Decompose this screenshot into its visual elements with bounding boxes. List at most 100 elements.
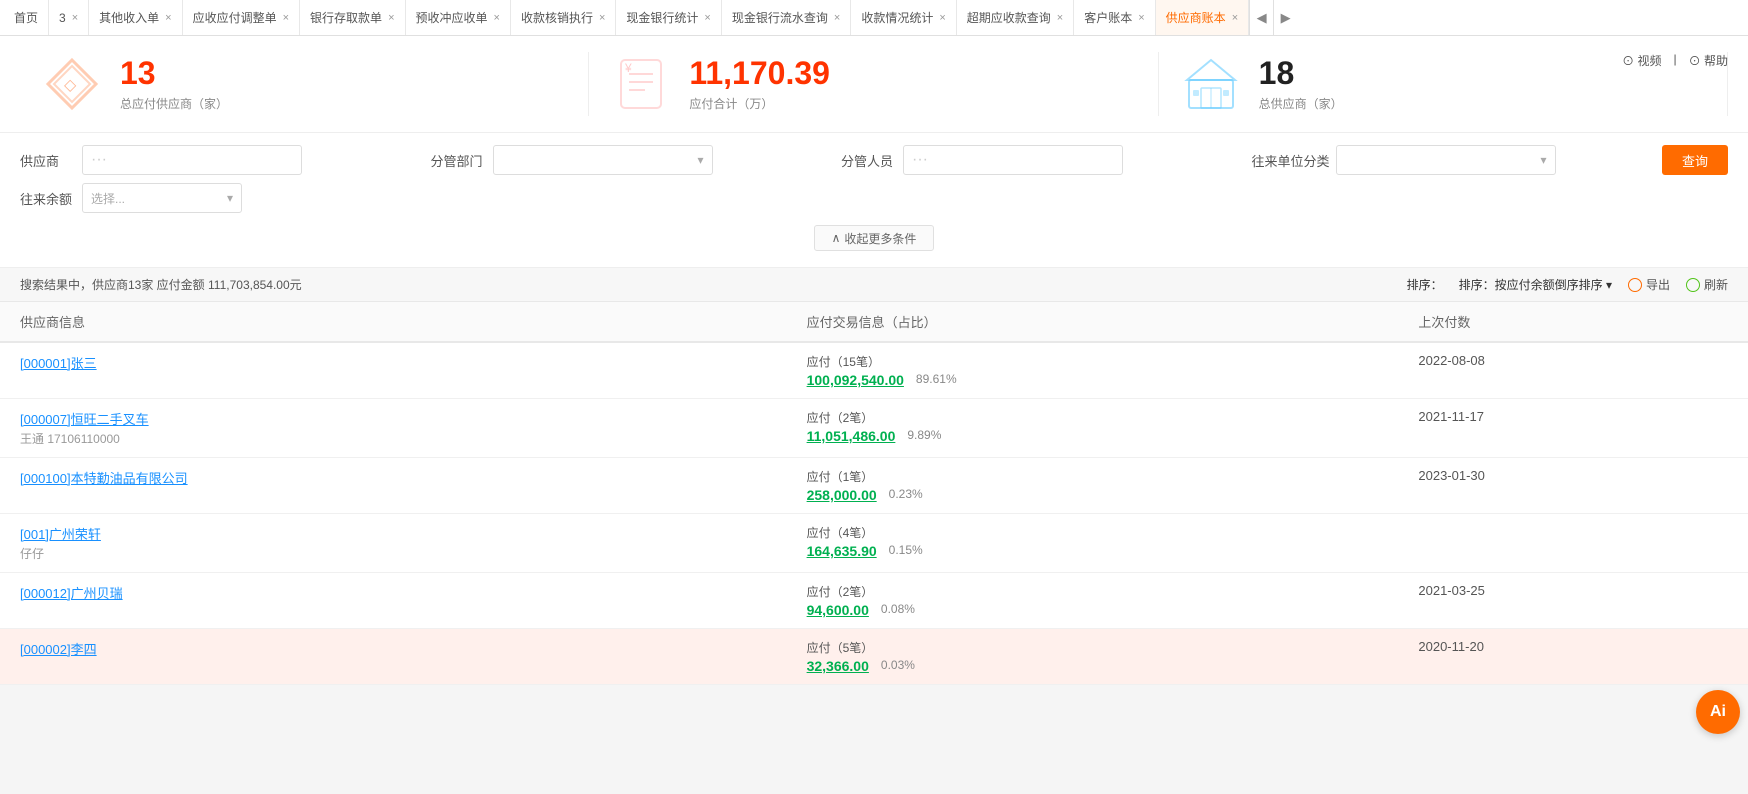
- person-label: 分管人员: [841, 151, 897, 170]
- payable-pct: 9.89%: [907, 428, 941, 442]
- supplier-link[interactable]: [001]广州荣轩: [20, 524, 767, 543]
- nav-tab-cash-flow[interactable]: 现金银行流水查询 ×: [722, 0, 851, 35]
- payable-total-label: 应付合计（万）: [689, 95, 830, 112]
- filter-supplier: 供应商 ···: [20, 145, 419, 175]
- close-icon[interactable]: ×: [1057, 12, 1063, 24]
- collapse-filter-button[interactable]: ∧ 收起更多条件: [814, 225, 934, 251]
- close-icon[interactable]: ×: [388, 12, 394, 24]
- payable-pct: 0.03%: [881, 658, 915, 672]
- balance-label: 往来余额: [20, 189, 76, 208]
- table-row: [000100]本特勤油品有限公司 应付（1笔） 258,000.00 0.23…: [0, 458, 1748, 514]
- last-pay-date: 2021-11-17: [1418, 409, 1484, 424]
- nav-tab-bank-deposit[interactable]: 银行存取款单 ×: [300, 0, 405, 35]
- close-icon[interactable]: ×: [1232, 12, 1238, 24]
- close-icon[interactable]: ×: [283, 12, 289, 24]
- video-link[interactable]: ⊙ 视频: [1622, 52, 1661, 69]
- payable-amount[interactable]: 11,051,486.00: [807, 428, 896, 444]
- diamond-icon: ◇: [40, 52, 104, 116]
- summary-content-1: 13 总应付供应商（家）: [120, 57, 228, 112]
- filter-category: 往来单位分类 ▾: [1252, 145, 1651, 175]
- category-label: 往来单位分类: [1252, 151, 1330, 170]
- payable-note: 应付（15笔）: [807, 353, 1379, 370]
- close-icon[interactable]: ×: [72, 12, 78, 24]
- payable-amount[interactable]: 258,000.00: [807, 487, 877, 503]
- filter-balance: 往来余额 选择... ▾: [20, 183, 300, 213]
- shop-icon: [1179, 52, 1243, 116]
- close-icon[interactable]: ×: [1138, 12, 1144, 24]
- refresh-button[interactable]: 刷新: [1686, 276, 1728, 293]
- last-pay-date: 2021-03-25: [1418, 583, 1485, 598]
- total-suppliers-count: 18: [1259, 57, 1343, 89]
- dept-label: 分管部门: [431, 151, 487, 170]
- payable-pct: 0.15%: [889, 543, 923, 557]
- supplier-link[interactable]: [000002]李四: [20, 639, 767, 658]
- nav-tab-customer-ledger[interactable]: 客户账本 ×: [1074, 0, 1155, 35]
- summary-content-2: 11,170.39 应付合计（万）: [689, 57, 830, 112]
- close-icon[interactable]: ×: [834, 12, 840, 24]
- payable-amount[interactable]: 32,366.00: [807, 658, 869, 674]
- payable-note: 应付（5笔）: [807, 639, 1379, 656]
- last-pay-cell: 2021-11-17: [1398, 399, 1748, 458]
- help-link[interactable]: ⊙ 帮助: [1689, 52, 1728, 69]
- supplier-link[interactable]: [000100]本特勤油品有限公司: [20, 468, 767, 487]
- summary-row: ◇ 13 总应付供应商（家） ¥ 11,170.39 应付合计（万）: [0, 36, 1748, 133]
- filter-row-1: 供应商 ··· 分管部门 ▾ 分管人员 ··· 往来单位分类 ▾: [20, 145, 1728, 175]
- nav-tab-home[interactable]: 首页: [4, 0, 49, 35]
- table-header-row: 供应商信息 应付交易信息（占比） 上次付数: [0, 302, 1748, 342]
- help-icon: ⊙: [1689, 54, 1701, 68]
- payable-amount[interactable]: 100,092,540.00: [807, 372, 904, 388]
- supplier-link[interactable]: [000007]恒旺二手叉车: [20, 409, 767, 428]
- table-row: [000007]恒旺二手叉车王通 17106110000 应付（2笔） 11,0…: [0, 399, 1748, 458]
- close-icon[interactable]: ×: [704, 12, 710, 24]
- filter-row-2: 往来余额 选择... ▾: [20, 183, 1728, 213]
- nav-prev-arrow[interactable]: ◀: [1249, 0, 1273, 36]
- nav-tab-ar-ap-adjust[interactable]: 应收应付调整单 ×: [183, 0, 300, 35]
- svg-text:¥: ¥: [624, 61, 632, 75]
- nav-tab-collect[interactable]: 收款核销执行 ×: [511, 0, 616, 35]
- nav-next-arrow[interactable]: ▶: [1273, 0, 1297, 36]
- table-row: [000012]广州贝瑞 应付（2笔） 94,600.00 0.08% 2021…: [0, 573, 1748, 629]
- payable-pct: 0.23%: [889, 487, 923, 501]
- nav-tab-prepay[interactable]: 预收冲应收单 ×: [406, 0, 511, 35]
- payable-amount[interactable]: 164,635.90: [807, 543, 877, 559]
- person-input[interactable]: ···: [903, 145, 1123, 175]
- export-icon: [1628, 278, 1642, 292]
- ai-button[interactable]: Ai: [1696, 690, 1740, 734]
- export-button[interactable]: 导出: [1628, 276, 1670, 293]
- payable-note: 应付（1笔）: [807, 468, 1379, 485]
- payable-amount[interactable]: 94,600.00: [807, 602, 869, 618]
- supplier-cell: [000100]本特勤油品有限公司: [0, 458, 787, 514]
- supplier-sub: 王通 17106110000: [20, 430, 767, 447]
- nav-tab-collect-stat[interactable]: 收款情况统计 ×: [851, 0, 956, 35]
- payable-cell: 应付（1笔） 258,000.00 0.23%: [787, 458, 1399, 514]
- category-input[interactable]: ▾: [1336, 145, 1556, 175]
- supplier-input[interactable]: ···: [82, 145, 302, 175]
- nav-tab-other-income[interactable]: 其他收入单 ×: [89, 0, 182, 35]
- close-icon[interactable]: ×: [494, 12, 500, 24]
- close-icon[interactable]: ×: [165, 12, 171, 24]
- balance-select[interactable]: 选择... ▾: [82, 183, 242, 213]
- supplier-link[interactable]: [000012]广州贝瑞: [20, 583, 767, 602]
- nav-tab-overdue[interactable]: 超期应收款查询 ×: [957, 0, 1074, 35]
- right-actions: 排序： 排序：按应付余额倒序排序 ▾ 导出 刷新: [1407, 276, 1728, 293]
- sort-dropdown[interactable]: 排序：按应付余额倒序排序 ▾: [1459, 276, 1612, 293]
- chevron-down-icon-2: ▾: [1540, 153, 1546, 167]
- payable-cell: 应付（2笔） 11,051,486.00 9.89%: [787, 399, 1399, 458]
- nav-tab-3[interactable]: 3 ×: [49, 0, 89, 35]
- close-icon[interactable]: ×: [939, 12, 945, 24]
- last-pay-date: 2020-11-20: [1418, 639, 1484, 654]
- search-button[interactable]: 查询: [1662, 145, 1728, 175]
- nav-tab-supplier-ledger[interactable]: 供应商账本 ×: [1156, 0, 1249, 35]
- svg-text:◇: ◇: [64, 77, 77, 94]
- dept-input[interactable]: ▾: [493, 145, 713, 175]
- last-pay-cell: 2022-08-08: [1398, 342, 1748, 399]
- supplier-link[interactable]: [000001]张三: [20, 353, 767, 372]
- result-bar: 搜索结果中，供应商13家 应付金额 111,703,854.00元 排序： 排序…: [0, 268, 1748, 302]
- last-pay-cell: 2023-01-30: [1398, 458, 1748, 514]
- payable-suppliers-count: 13: [120, 57, 228, 89]
- last-pay-cell: 2021-03-25: [1398, 573, 1748, 629]
- close-icon[interactable]: ×: [599, 12, 605, 24]
- payable-note: 应付（4笔）: [807, 524, 1379, 541]
- payable-cell: 应付（4笔） 164,635.90 0.15%: [787, 514, 1399, 573]
- nav-tab-cash-stat[interactable]: 现金银行统计 ×: [616, 0, 721, 35]
